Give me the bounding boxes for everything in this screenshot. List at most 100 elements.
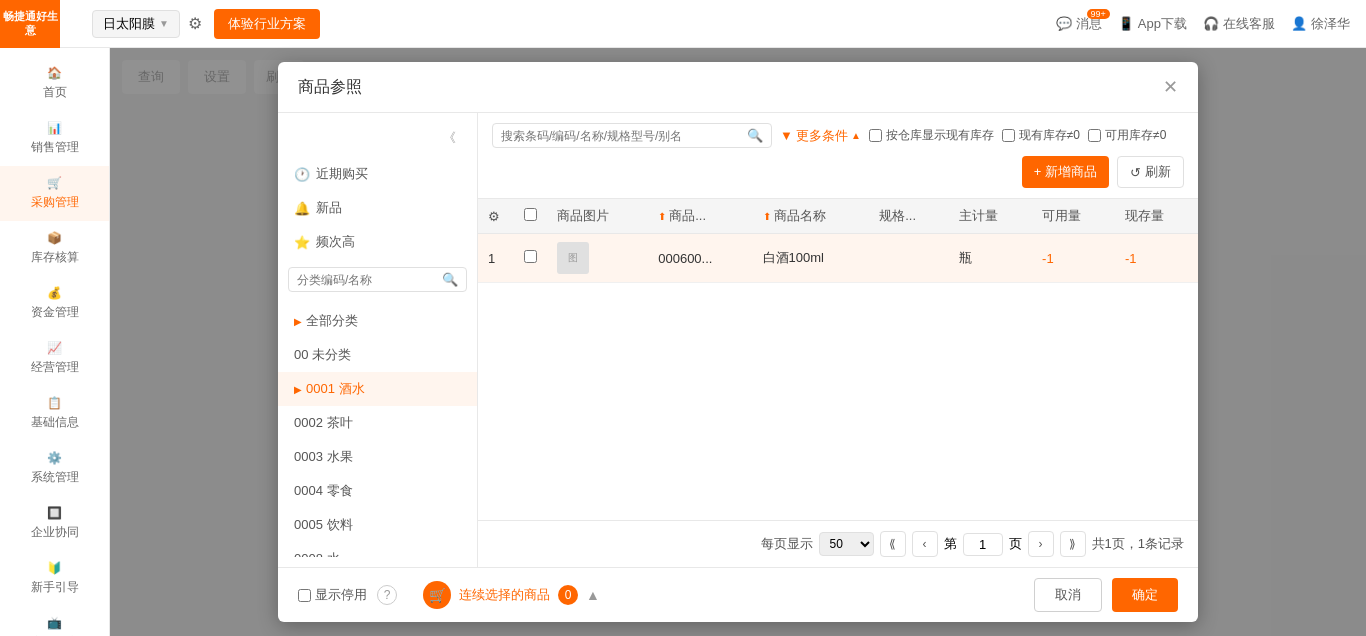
th-code: ⬆ 商品...: [648, 199, 752, 234]
user-name: 徐泽华: [1311, 15, 1350, 33]
experience-btn[interactable]: 体验行业方案: [214, 9, 320, 39]
new-products-item[interactable]: 🔔 新品: [278, 191, 477, 225]
available-checkbox-text: 可用库存≠0: [1105, 127, 1166, 144]
sidebar-item-home[interactable]: 🏠 首页: [0, 56, 109, 111]
left-panel: 《 🕐 近期购买 🔔 新品 ⭐: [278, 113, 478, 567]
cart-text: 连续选择的商品: [459, 586, 550, 604]
sidebar-item-operations[interactable]: 📈 经营管理: [0, 331, 109, 386]
category-search-input[interactable]: [297, 273, 442, 287]
category-fruit[interactable]: 0003 水果: [278, 440, 477, 474]
modal-overlay: 商品参照 ✕ 《 🕐 近期购买: [110, 48, 1366, 636]
sort-name[interactable]: ⬆ 商品名称: [763, 207, 860, 225]
collapse-icon[interactable]: 《: [439, 123, 469, 153]
high-frequency-item[interactable]: ⭐ 频次高: [278, 225, 477, 259]
category-water[interactable]: 0008 水: [278, 542, 477, 557]
filter-icon: ▼: [780, 128, 793, 143]
user-profile[interactable]: 👤 徐泽华: [1291, 15, 1350, 33]
category-all[interactable]: ▶ 全部分类: [278, 304, 477, 338]
sort-image[interactable]: 商品图片: [557, 207, 638, 225]
category-all-label: 全部分类: [306, 312, 358, 330]
app-download-btn[interactable]: 📱 App下载: [1118, 15, 1187, 33]
sidebar-item-system[interactable]: ⚙️ 系统管理: [0, 441, 109, 496]
sort-code[interactable]: ⬆ 商品...: [658, 207, 742, 225]
first-page-btn[interactable]: ⟪: [880, 531, 906, 557]
sidebar-label-finance: 资金管理: [31, 304, 79, 321]
more-filters-btn[interactable]: ▼ 更多条件 ▲: [780, 127, 861, 145]
recent-purchase-item[interactable]: 🕐 近期购买: [278, 157, 477, 191]
store-name: 日太阳膜: [103, 15, 155, 33]
sidebar-label-sales: 销售管理: [31, 139, 79, 156]
refresh-btn[interactable]: ↺ 刷新: [1117, 156, 1184, 188]
category-liquor[interactable]: ▶ 0001 酒水: [278, 372, 477, 406]
product-search-input[interactable]: [501, 129, 747, 143]
table-row[interactable]: 1 图 000600... 白酒100ml: [478, 234, 1198, 283]
category-snack[interactable]: 0004 零食: [278, 474, 477, 508]
sort-stock[interactable]: 现存量: [1125, 207, 1188, 225]
cart-icon[interactable]: 🛒: [423, 581, 451, 609]
stock-checkbox[interactable]: [1002, 129, 1015, 142]
category-uncategorized[interactable]: 00 未分类: [278, 338, 477, 372]
sort-spec[interactable]: 规格...: [879, 207, 939, 225]
next-page-btn[interactable]: ›: [1028, 531, 1054, 557]
category-tea[interactable]: 0002 茶叶: [278, 406, 477, 440]
select-all-checkbox[interactable]: [524, 208, 537, 221]
table-header-row: ⚙ 商品图片: [478, 199, 1198, 234]
sort-available[interactable]: 可用量: [1042, 207, 1105, 225]
sidebar-item-finance[interactable]: 💰 资金管理: [0, 276, 109, 331]
sidebar-item-inventory[interactable]: 📦 库存核算: [0, 221, 109, 276]
prev-page-btn[interactable]: ‹: [912, 531, 938, 557]
sidebar-label-guide: 新手引导: [31, 579, 79, 596]
row-available: -1: [1032, 234, 1115, 283]
apps-icon: 📺: [47, 616, 62, 630]
sort-unit[interactable]: 主计量: [959, 207, 1022, 225]
service-btn[interactable]: 🎧 在线客服: [1203, 15, 1275, 33]
category-beverage[interactable]: 0005 饮料: [278, 508, 477, 542]
row-stock: -1: [1115, 234, 1198, 283]
main-layout: 🏠 首页 📊 销售管理 🛒 采购管理 📦 库存核算 💰 资金管理 📈 经营管理 …: [0, 48, 1366, 636]
sidebar-item-enterprise[interactable]: 🔲 企业协同: [0, 496, 109, 551]
warehouse-checkbox[interactable]: [869, 129, 882, 142]
basic-icon: 📋: [47, 396, 62, 410]
sidebar-item-sales[interactable]: 📊 销售管理: [0, 111, 109, 166]
cancel-btn[interactable]: 取消: [1034, 578, 1102, 612]
add-product-btn[interactable]: + 新增商品: [1022, 156, 1109, 188]
row-unit: 瓶: [949, 234, 1032, 283]
th-settings[interactable]: ⚙: [478, 199, 514, 234]
page-total: 共1页，1条记录: [1092, 535, 1184, 553]
operations-icon: 📈: [47, 341, 62, 355]
help-icon[interactable]: ?: [377, 585, 397, 605]
store-dropdown[interactable]: 日太阳膜 ▼: [92, 10, 180, 38]
warehouse-checkbox-label[interactable]: 按仓库显示现有库存: [869, 127, 994, 144]
messages-btn[interactable]: 💬 消息 99+: [1056, 15, 1102, 33]
confirm-btn[interactable]: 确定: [1112, 578, 1178, 612]
close-icon[interactable]: ✕: [1163, 76, 1178, 98]
new-icon: 🔔: [294, 201, 310, 216]
system-icon: ⚙️: [47, 451, 62, 465]
new-products-label: 新品: [316, 199, 342, 217]
per-page-select[interactable]: 50 100 200: [819, 532, 874, 556]
headset-icon: 🎧: [1203, 16, 1219, 31]
sidebar-item-apps[interactable]: 📺 应用中心: [0, 606, 109, 636]
sort-arrow-icon: ⬆: [658, 211, 666, 222]
category-search-icon[interactable]: 🔍: [442, 272, 458, 287]
right-toolbar: 🔍 ▼ 更多条件 ▲ 按仓库显示现有库存: [478, 113, 1198, 199]
cart-collapse-icon[interactable]: ▲: [586, 587, 600, 603]
sidebar-item-guide[interactable]: 🔰 新手引导: [0, 551, 109, 606]
gear-icon[interactable]: ⚙: [188, 14, 202, 33]
page-number-input[interactable]: [963, 533, 1003, 556]
topbar-right: 💬 消息 99+ 📱 App下载 🎧 在线客服 👤 徐泽华: [1056, 15, 1350, 33]
product-search-icon[interactable]: 🔍: [747, 128, 763, 143]
sidebar-item-basic[interactable]: 📋 基础信息: [0, 386, 109, 441]
sidebar-label-purchase: 采购管理: [31, 194, 79, 211]
row-checkbox[interactable]: [524, 250, 537, 263]
last-page-btn[interactable]: ⟫: [1060, 531, 1086, 557]
show-disabled-checkbox[interactable]: [298, 589, 311, 602]
show-disabled-label[interactable]: 显示停用: [298, 586, 367, 604]
available-checkbox-label[interactable]: 可用库存≠0: [1088, 127, 1166, 144]
dialog-body: 《 🕐 近期购买 🔔 新品 ⭐: [278, 113, 1198, 567]
sidebar-item-purchase[interactable]: 🛒 采购管理: [0, 166, 109, 221]
available-checkbox[interactable]: [1088, 129, 1101, 142]
sidebar: 🏠 首页 📊 销售管理 🛒 采购管理 📦 库存核算 💰 资金管理 📈 经营管理 …: [0, 48, 110, 636]
stock-checkbox-label[interactable]: 现有库存≠0: [1002, 127, 1080, 144]
row-code: 000600...: [648, 234, 752, 283]
